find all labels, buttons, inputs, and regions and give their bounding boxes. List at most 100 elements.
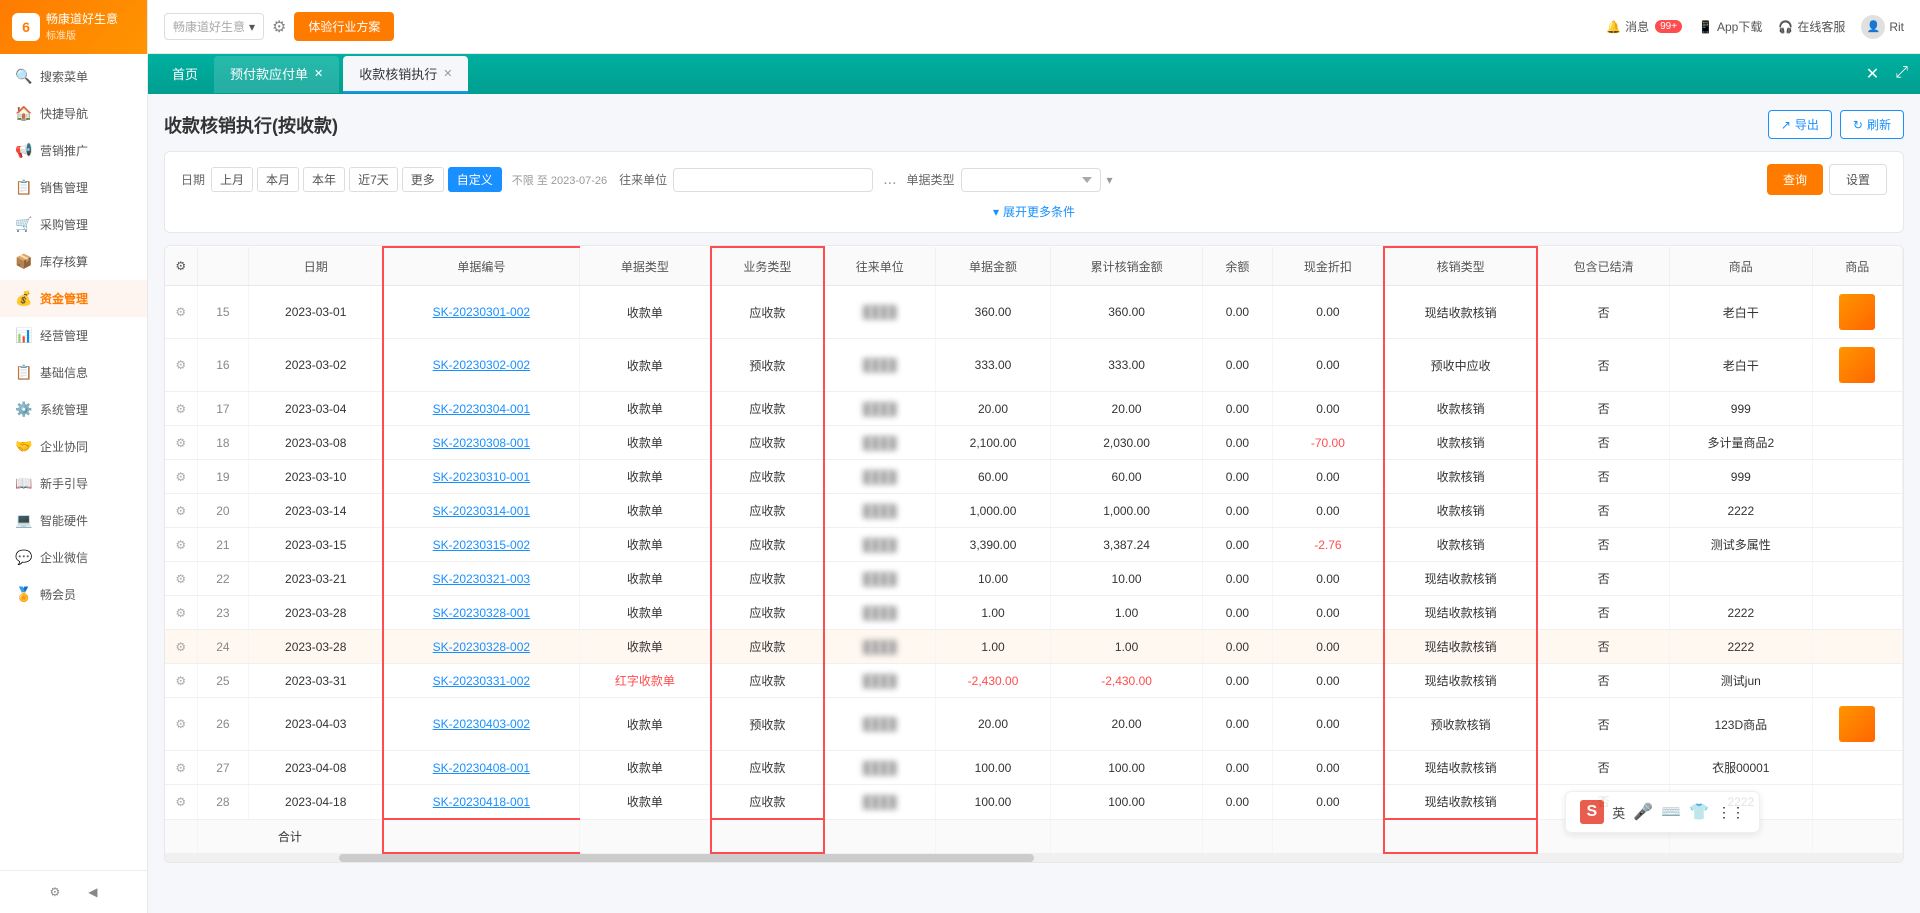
sidebar-item-quick-nav[interactable]: 🏠 快捷导航 [0, 95, 147, 132]
cell-gear[interactable]: ⚙ [165, 392, 197, 426]
sidebar-item-sales[interactable]: 📋 销售管理 [0, 169, 147, 206]
cell-partner: ████ [824, 339, 936, 392]
cell-include-settled: 否 [1537, 630, 1669, 664]
cell-gear[interactable]: ⚙ [165, 494, 197, 528]
cell-rownum: 23 [197, 596, 249, 630]
date-this-month-btn[interactable]: 本月 [257, 167, 299, 192]
scrollbar-thumb[interactable] [339, 854, 1034, 862]
sno-link[interactable]: SK-20230418-001 [433, 795, 530, 809]
sidebar-settings-btn[interactable]: ⚙ [38, 879, 73, 905]
partner-filter-input[interactable] [673, 168, 873, 192]
sidebar-item-search-menu[interactable]: 🔍 搜索菜单 [0, 58, 147, 95]
footer-goods-img [1812, 819, 1902, 853]
sidebar-item-purchase[interactable]: 🛒 采购管理 [0, 206, 147, 243]
sno-link[interactable]: SK-20230321-003 [433, 572, 530, 586]
date-custom-btn[interactable]: 自定义 [448, 167, 502, 192]
table-footer-row: 合计 [165, 819, 1903, 853]
cell-sno: SK-20230302-002 [383, 339, 579, 392]
cell-gear[interactable]: ⚙ [165, 751, 197, 785]
cell-sno: SK-20230408-001 [383, 751, 579, 785]
cell-gear[interactable]: ⚙ [165, 286, 197, 339]
cell-gear[interactable]: ⚙ [165, 664, 197, 698]
date-this-year-btn[interactable]: 本年 [303, 167, 345, 192]
export-button[interactable]: ↗ 导出 [1768, 110, 1832, 139]
tab-prepay-label: 预付款应付单 [230, 64, 308, 83]
sno-link[interactable]: SK-20230301-002 [433, 305, 530, 319]
sno-link[interactable]: SK-20230331-002 [433, 674, 530, 688]
sidebar-item-guide[interactable]: 📖 新手引导 [0, 465, 147, 502]
tab-close-all-icon[interactable]: ✕ [1862, 60, 1883, 88]
cell-gear[interactable]: ⚙ [165, 630, 197, 664]
user-icon: 👤 [1861, 15, 1885, 39]
sno-link[interactable]: SK-20230328-002 [433, 640, 530, 654]
sidebar-item-basic[interactable]: 📋 基础信息 [0, 354, 147, 391]
cell-gear[interactable]: ⚙ [165, 785, 197, 820]
date-last-month-btn[interactable]: 上月 [211, 167, 253, 192]
sno-link[interactable]: SK-20230310-001 [433, 470, 530, 484]
sidebar-item-marketing[interactable]: 📢 营销推广 [0, 132, 147, 169]
date-range-display: 不限 至 2023-07-26 [512, 172, 607, 188]
th-gear[interactable]: ⚙ [165, 247, 197, 286]
topbar-gear-icon[interactable]: ⚙ [272, 17, 286, 37]
table-row: ⚙ 25 2023-03-31 SK-20230331-002 红字收款单 应收… [165, 664, 1903, 698]
user-avatar[interactable]: 👤 Rit [1861, 15, 1904, 39]
tab-collection-exec[interactable]: 收款核销执行 ✕ [343, 56, 468, 93]
messages-btn[interactable]: 🔔 消息 99+ [1606, 18, 1682, 35]
cell-gear[interactable]: ⚙ [165, 339, 197, 392]
tab-home[interactable]: 首页 [156, 56, 214, 93]
sidebar-item-inventory[interactable]: 📦 库存核算 [0, 243, 147, 280]
sidebar-collapse-btn[interactable]: ◀ [76, 879, 109, 905]
nav-app-selector[interactable]: 畅康道好生意 ▾ [164, 13, 264, 40]
sidebar-item-system[interactable]: ⚙️ 系统管理 [0, 391, 147, 428]
sno-link[interactable]: SK-20230308-001 [433, 436, 530, 450]
cell-balance: 0.00 [1202, 751, 1272, 785]
expand-more-conditions-btn[interactable]: ▾ 展开更多条件 [993, 203, 1075, 220]
sno-link[interactable]: SK-20230314-001 [433, 504, 530, 518]
date-more-btn[interactable]: 更多 [402, 167, 444, 192]
refresh-button[interactable]: ↻ 刷新 [1840, 110, 1904, 139]
sno-link[interactable]: SK-20230403-002 [433, 717, 530, 731]
cell-gear[interactable]: ⚙ [165, 528, 197, 562]
industry-solution-button[interactable]: 体验行业方案 [294, 12, 394, 41]
cell-date: 2023-03-08 [249, 426, 383, 460]
cell-gear[interactable]: ⚙ [165, 426, 197, 460]
sno-link[interactable]: SK-20230302-002 [433, 358, 530, 372]
cell-gear[interactable]: ⚙ [165, 460, 197, 494]
sidebar-item-wechat[interactable]: 💬 企业微信 [0, 539, 147, 576]
sidebar-item-finance[interactable]: 💰 资金管理 [0, 280, 147, 317]
tab-prepay-close-icon[interactable]: ✕ [314, 67, 323, 80]
sno-link[interactable]: SK-20230315-002 [433, 538, 530, 552]
online-service-btn[interactable]: 🎧 在线客服 [1778, 18, 1845, 35]
sno-link[interactable]: SK-20230328-001 [433, 606, 530, 620]
cell-gear[interactable]: ⚙ [165, 596, 197, 630]
sidebar-item-hardware[interactable]: 💻 智能硬件 [0, 502, 147, 539]
tab-collection-close-icon[interactable]: ✕ [443, 67, 452, 80]
tab-expand-icon[interactable]: ⤢ [1891, 60, 1912, 88]
tab-prepay-orders[interactable]: 预付款应付单 ✕ [214, 56, 339, 93]
date-7days-btn[interactable]: 近7天 [349, 167, 398, 192]
sno-link[interactable]: SK-20230408-001 [433, 761, 530, 775]
sidebar-item-member[interactable]: 🏅 畅会员 [0, 576, 147, 613]
sidebar-item-enterprise[interactable]: 🤝 企业协同 [0, 428, 147, 465]
filter-dots: ... [879, 171, 900, 189]
query-button[interactable]: 查询 [1767, 164, 1823, 195]
cell-stype: 收款单 [579, 494, 711, 528]
cell-gear[interactable]: ⚙ [165, 562, 197, 596]
cell-include-settled: 否 [1537, 392, 1669, 426]
receipt-type-select[interactable] [961, 168, 1101, 192]
cell-stype: 收款单 [579, 698, 711, 751]
cell-sno: SK-20230315-002 [383, 528, 579, 562]
horizontal-scrollbar[interactable] [165, 854, 1903, 862]
sidebar-item-operations[interactable]: 📊 经营管理 [0, 317, 147, 354]
cell-goods: 2222 [1669, 630, 1812, 664]
cell-goods [1669, 562, 1812, 596]
app-download-btn[interactable]: 📱 App下载 [1698, 18, 1762, 35]
cell-cancel-type: 收款核销 [1384, 426, 1537, 460]
cell-partner: ████ [824, 460, 936, 494]
cell-goods: 2222 [1669, 494, 1812, 528]
setting-button[interactable]: 设置 [1829, 164, 1887, 195]
cell-balance: 0.00 [1202, 460, 1272, 494]
sno-link[interactable]: SK-20230304-001 [433, 402, 530, 416]
cell-gear[interactable]: ⚙ [165, 698, 197, 751]
cell-rownum: 18 [197, 426, 249, 460]
